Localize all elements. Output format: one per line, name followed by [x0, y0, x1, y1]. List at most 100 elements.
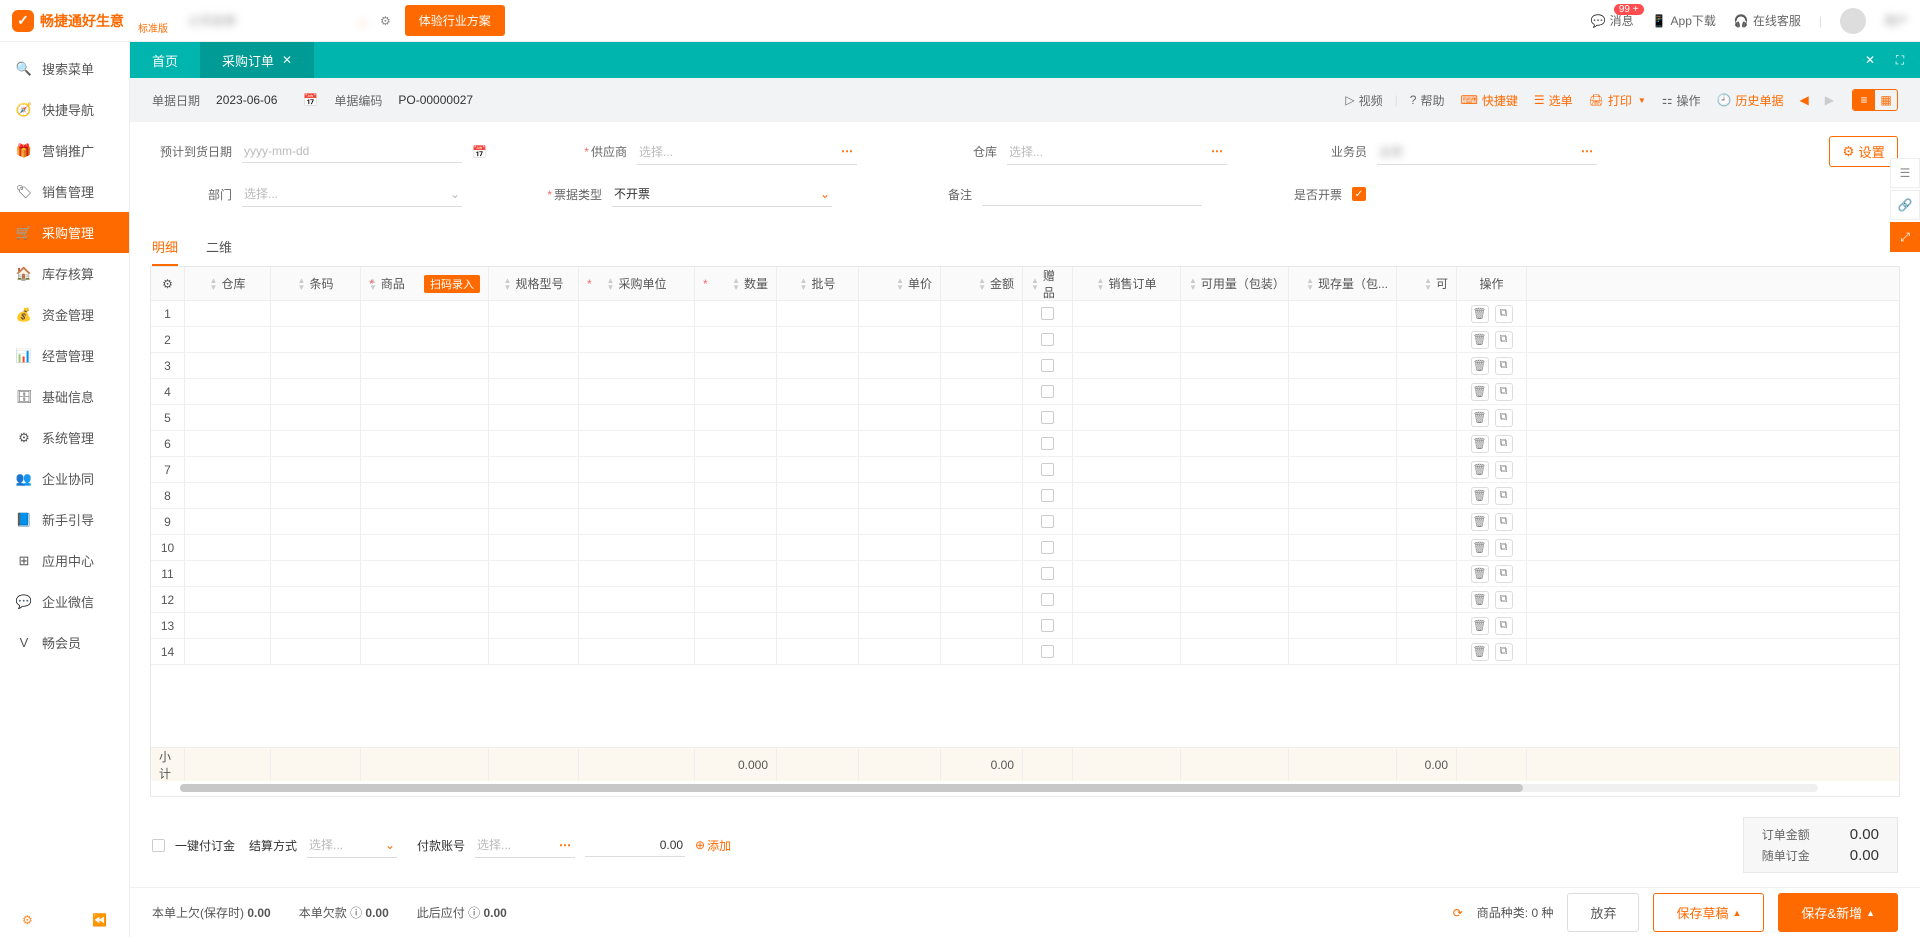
- table-row[interactable]: 4🗑⧉: [151, 379, 1899, 405]
- table-row[interactable]: 2🗑⧉: [151, 327, 1899, 353]
- supplier-select[interactable]: 选择...⋯: [637, 139, 857, 165]
- delete-row-icon[interactable]: 🗑: [1471, 435, 1489, 453]
- table-row[interactable]: 11🗑⧉: [151, 561, 1899, 587]
- sidebar-item-wechat[interactable]: 💬企业微信: [0, 581, 129, 622]
- delete-row-icon[interactable]: 🗑: [1471, 331, 1489, 349]
- rail-attach-icon[interactable]: 🔗: [1890, 190, 1920, 220]
- discard-button[interactable]: 放弃: [1567, 893, 1639, 932]
- sidebar-item-app[interactable]: ⊞应用中心: [0, 540, 129, 581]
- view-toggle[interactable]: ≡▦: [1852, 89, 1898, 111]
- department-select[interactable]: 选择...⌄: [242, 181, 462, 207]
- subtab-qr[interactable]: 二维: [206, 237, 232, 266]
- sidebar-item-gift[interactable]: 🎁营销推广: [0, 130, 129, 171]
- sidebar-item-chart[interactable]: 📊经营管理: [0, 335, 129, 376]
- delete-row-icon[interactable]: 🗑: [1471, 513, 1489, 531]
- gift-checkbox[interactable]: [1041, 515, 1054, 528]
- col-price[interactable]: ▲▼单价: [859, 267, 941, 300]
- delete-row-icon[interactable]: 🗑: [1471, 617, 1489, 635]
- rail-note-icon[interactable]: ☰: [1890, 158, 1920, 188]
- one-click-deposit-checkbox[interactable]: [152, 839, 165, 852]
- sidebar-settings-icon[interactable]: ⚙: [22, 913, 33, 927]
- pay-method-select[interactable]: 选择...⌄: [307, 832, 397, 858]
- close-icon[interactable]: ✕: [282, 53, 292, 67]
- table-row[interactable]: 3🗑⧉: [151, 353, 1899, 379]
- table-row[interactable]: 14🗑⧉: [151, 639, 1899, 665]
- gift-checkbox[interactable]: [1041, 593, 1054, 606]
- sidebar-item-cart[interactable]: 🛒采购管理: [0, 212, 129, 253]
- doc-date-value[interactable]: 2023-06-06: [216, 93, 277, 107]
- col-config[interactable]: ⚙: [151, 267, 185, 300]
- avatar[interactable]: [1840, 8, 1866, 34]
- sidebar-item-book[interactable]: 📘新手引导: [0, 499, 129, 540]
- invoice-type-select[interactable]: 不开票⌄: [612, 181, 832, 207]
- info-icon[interactable]: ⓘ: [468, 906, 480, 920]
- copy-row-icon[interactable]: ⧉: [1495, 617, 1513, 635]
- print-link[interactable]: 🖨 打印▼: [1583, 92, 1652, 109]
- copy-row-icon[interactable]: ⧉: [1495, 305, 1513, 323]
- table-row[interactable]: 7🗑⧉: [151, 457, 1899, 483]
- sidebar-item-home[interactable]: 🏠库存核算: [0, 253, 129, 294]
- col-barcode[interactable]: ▲▼条码: [271, 267, 361, 300]
- sidebar-collapse-icon[interactable]: ⏪: [92, 913, 107, 927]
- sidebar-item-coin[interactable]: 💰资金管理: [0, 294, 129, 335]
- action-link[interactable]: ⚏ 操作: [1656, 92, 1707, 109]
- gift-checkbox[interactable]: [1041, 619, 1054, 632]
- settings-icon[interactable]: ⚙: [380, 14, 391, 28]
- save-draft-button[interactable]: 保存草稿▲: [1653, 893, 1764, 932]
- copy-row-icon[interactable]: ⧉: [1495, 357, 1513, 375]
- gift-checkbox[interactable]: [1041, 385, 1054, 398]
- table-row[interactable]: 10🗑⧉: [151, 535, 1899, 561]
- table-row[interactable]: 6🗑⧉: [151, 431, 1899, 457]
- help-link[interactable]: ? 帮助: [1404, 92, 1451, 109]
- table-row[interactable]: 1🗑⧉: [151, 301, 1899, 327]
- copy-row-icon[interactable]: ⧉: [1495, 435, 1513, 453]
- save-and-new-button[interactable]: 保存&新增▲: [1778, 893, 1898, 932]
- copy-row-icon[interactable]: ⧉: [1495, 331, 1513, 349]
- delete-row-icon[interactable]: 🗑: [1471, 487, 1489, 505]
- history-link[interactable]: 🕘 历史单据: [1711, 92, 1790, 109]
- table-row[interactable]: 9🗑⧉: [151, 509, 1899, 535]
- online-service-link[interactable]: 🎧在线客服: [1734, 12, 1801, 29]
- select-order-link[interactable]: ☰ 选单: [1528, 92, 1579, 109]
- table-row[interactable]: 8🗑⧉: [151, 483, 1899, 509]
- copy-row-icon[interactable]: ⧉: [1495, 539, 1513, 557]
- refresh-icon[interactable]: ⟳: [1453, 906, 1463, 920]
- user-name[interactable]: 用户: [1884, 12, 1908, 29]
- copy-row-icon[interactable]: ⧉: [1495, 591, 1513, 609]
- remark-input[interactable]: [982, 183, 1202, 206]
- gift-checkbox[interactable]: [1041, 411, 1054, 424]
- subtab-detail[interactable]: 明细: [152, 237, 178, 266]
- copy-row-icon[interactable]: ⧉: [1495, 513, 1513, 531]
- table-row[interactable]: 5🗑⧉: [151, 405, 1899, 431]
- sidebar-item-search[interactable]: 🔍搜索菜单: [0, 48, 129, 89]
- eta-input[interactable]: [242, 140, 462, 163]
- col-sales-order[interactable]: ▲▼销售订单: [1073, 267, 1181, 300]
- col-resv[interactable]: ▲▼可: [1397, 267, 1457, 300]
- sidebar-item-compass[interactable]: 🧭快捷导航: [0, 89, 129, 130]
- copy-row-icon[interactable]: ⧉: [1495, 643, 1513, 661]
- sidebar-item-vip[interactable]: V畅会员: [0, 622, 129, 663]
- sidebar-item-gear[interactable]: ⚙系统管理: [0, 417, 129, 458]
- col-available[interactable]: ▲▼可用量（包装）: [1181, 267, 1289, 300]
- video-link[interactable]: ▷ 视频: [1339, 92, 1388, 109]
- delete-row-icon[interactable]: 🗑: [1471, 591, 1489, 609]
- warehouse-select[interactable]: 选择...⋯: [1007, 139, 1227, 165]
- gift-checkbox[interactable]: [1041, 333, 1054, 346]
- rail-expand-icon[interactable]: ⤢: [1890, 222, 1920, 252]
- copy-row-icon[interactable]: ⧉: [1495, 383, 1513, 401]
- delete-row-icon[interactable]: 🗑: [1471, 539, 1489, 557]
- pay-account-select[interactable]: 选择...⋯: [475, 832, 575, 858]
- sidebar-item-tag[interactable]: 🏷销售管理: [0, 171, 129, 212]
- copy-row-icon[interactable]: ⧉: [1495, 565, 1513, 583]
- add-payment-link[interactable]: ⊕添加: [695, 837, 731, 854]
- col-unit[interactable]: ▲▼*采购单位: [579, 267, 695, 300]
- gift-checkbox[interactable]: [1041, 359, 1054, 372]
- col-spec[interactable]: ▲▼规格型号: [489, 267, 579, 300]
- copy-row-icon[interactable]: ⧉: [1495, 409, 1513, 427]
- tab-purchase-order[interactable]: 采购订单✕: [200, 42, 314, 78]
- col-stock[interactable]: ▲▼现存量（包...: [1289, 267, 1397, 300]
- table-row[interactable]: 13🗑⧉: [151, 613, 1899, 639]
- experience-button[interactable]: 体验行业方案: [405, 5, 505, 36]
- tab-home[interactable]: 首页: [130, 42, 200, 78]
- table-row[interactable]: 12🗑⧉: [151, 587, 1899, 613]
